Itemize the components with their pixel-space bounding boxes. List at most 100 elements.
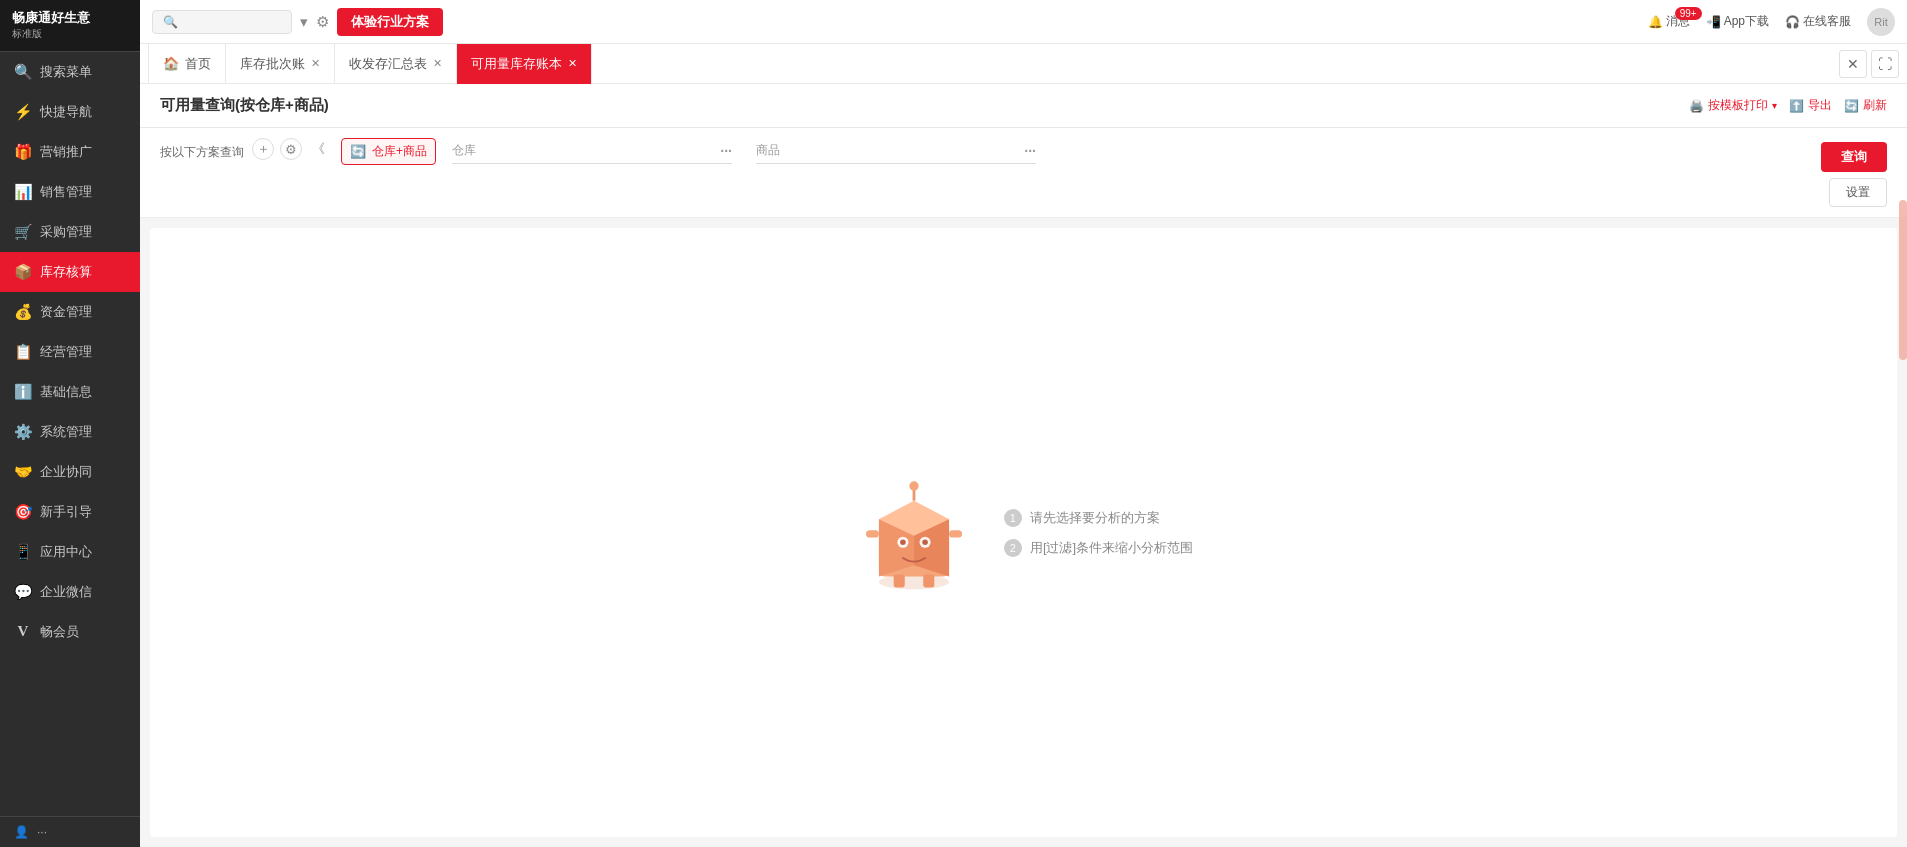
online-support-btn[interactable]: 🎧 在线客服	[1785, 13, 1851, 30]
tab-collection-summary[interactable]: 收发存汇总表 ✕	[335, 44, 457, 84]
add-scheme-btn[interactable]: ＋	[252, 138, 274, 160]
sidebar-item-sales[interactable]: 📊 销售管理	[0, 172, 140, 212]
settings-icon: 👤	[14, 825, 29, 839]
filter-inputs: 仓库 ··· 商品 ···	[452, 138, 1809, 164]
inventory-icon: 📦	[14, 263, 32, 281]
svg-point-0	[879, 574, 949, 589]
warehouse-input[interactable]	[486, 144, 716, 158]
tab-available-ledger-label: 可用量库存账本	[471, 55, 562, 73]
wechat-icon: 💬	[14, 583, 32, 601]
gear-icon[interactable]: ▾	[300, 13, 308, 31]
tab-collection-summary-label: 收发存汇总表	[349, 55, 427, 73]
page-title: 可用量查询(按仓库+商品)	[160, 96, 329, 115]
sidebar-item-cooperation[interactable]: 🤝 企业协同	[0, 452, 140, 492]
sidebar-item-basic-info[interactable]: ℹ️ 基础信息	[0, 372, 140, 412]
sidebar-item-search[interactable]: 🔍 搜索菜单	[0, 52, 140, 92]
sidebar-item-wechat[interactable]: 💬 企业微信	[0, 572, 140, 612]
bell-icon: 🔔	[1648, 15, 1663, 29]
sidebar-item-marketing[interactable]: 🎁 营销推广	[0, 132, 140, 172]
svg-rect-14	[923, 574, 934, 587]
tab-batch-account-label: 库存批次账	[240, 55, 305, 73]
empty-illustration	[854, 473, 974, 593]
svg-rect-13	[894, 574, 905, 587]
edit-scheme-btn[interactable]: ⚙	[280, 138, 302, 160]
empty-illustration-svg	[854, 473, 974, 593]
sidebar-item-label: 应用中心	[40, 543, 92, 561]
right-scrollbar[interactable]	[1899, 200, 1907, 360]
empty-tip-2: 2 用[过滤]条件来缩小分析范围	[1004, 539, 1193, 557]
empty-tips: 1 请先选择要分析的方案 2 用[过滤]条件来缩小分析范围	[1004, 509, 1193, 557]
sidebar-item-inventory[interactable]: 📦 库存核算	[0, 252, 140, 292]
main-area: 🔍 ▾ ⚙ 体验行业方案 🔔 消息 99+ 📲 App下载 🎧 在线客服 Ri	[140, 0, 1907, 847]
sidebar-item-label: 经营管理	[40, 343, 92, 361]
refresh-icon: 🔄	[1844, 99, 1859, 113]
expand-tab-btn[interactable]: ⛶	[1871, 50, 1899, 78]
sidebar: 畅康通好生意 标准版 🔍 搜索菜单 ⚡ 快捷导航 🎁 营销推广 📊 销售管理 🛒…	[0, 0, 140, 847]
home-icon: 🏠	[163, 56, 179, 71]
sidebar-item-operations[interactable]: 📋 经营管理	[0, 332, 140, 372]
sidebar-item-finance[interactable]: 💰 资金管理	[0, 292, 140, 332]
basic-info-icon: ℹ️	[14, 383, 32, 401]
user-avatar[interactable]: Rit	[1867, 8, 1895, 36]
tab-close-icon[interactable]: ✕	[568, 57, 577, 70]
warehouse-ellipsis-btn[interactable]: ···	[720, 143, 732, 159]
notification-badge: 99+	[1675, 7, 1702, 20]
sidebar-item-label: 企业微信	[40, 583, 92, 601]
refresh-label: 刷新	[1863, 97, 1887, 114]
tab-batch-account[interactable]: 库存批次账 ✕	[226, 44, 335, 84]
operations-icon: 📋	[14, 343, 32, 361]
tab-home-label: 首页	[185, 55, 211, 73]
filter-label: 按以下方案查询	[160, 138, 244, 161]
sidebar-item-label: 基础信息	[40, 383, 92, 401]
system-icon: ⚙️	[14, 423, 32, 441]
sidebar-item-app-center[interactable]: 📱 应用中心	[0, 532, 140, 572]
goods-input[interactable]	[790, 144, 1020, 158]
scheme-label: 仓库+商品	[372, 143, 427, 160]
tab-available-ledger[interactable]: 可用量库存账本 ✕	[457, 44, 592, 84]
close-tab-btn[interactable]: ✕	[1839, 50, 1867, 78]
sidebar-item-quick-nav[interactable]: ⚡ 快捷导航	[0, 92, 140, 132]
settings-btn[interactable]: 设置	[1829, 178, 1887, 207]
sidebar-item-member[interactable]: V 畅会员	[0, 612, 140, 652]
dropdown-icon: ▾	[1772, 100, 1777, 111]
empty-tip-1: 1 请先选择要分析的方案	[1004, 509, 1193, 527]
scheme-icon: 🔄	[350, 144, 366, 159]
svg-point-10	[909, 481, 918, 490]
tab-close-icon[interactable]: ✕	[433, 57, 442, 70]
sidebar-scroll: 🔍 搜索菜单 ⚡ 快捷导航 🎁 营销推广 📊 销售管理 🛒 采购管理 📦 库存核…	[0, 52, 140, 816]
settings-gear-icon[interactable]: ⚙	[316, 13, 329, 31]
goods-input-wrap: 商品 ···	[756, 138, 1036, 164]
tab-close-icon[interactable]: ✕	[311, 57, 320, 70]
sidebar-item-guide[interactable]: 🎯 新手引导	[0, 492, 140, 532]
refresh-action[interactable]: 🔄 刷新	[1844, 97, 1887, 114]
export-label: 导出	[1808, 97, 1832, 114]
topbar-search-box[interactable]: 🔍	[152, 10, 292, 34]
topbar-right: 🔔 消息 99+ 📲 App下载 🎧 在线客服 Rit	[1648, 8, 1895, 36]
sidebar-item-purchase[interactable]: 🛒 采购管理	[0, 212, 140, 252]
app-download-label: App下载	[1724, 13, 1769, 30]
tab-home[interactable]: 🏠 首页	[148, 44, 226, 84]
tip-number-2: 2	[1004, 539, 1022, 557]
trial-btn[interactable]: 体验行业方案	[337, 8, 443, 36]
query-btn[interactable]: 查询	[1821, 142, 1887, 172]
cooperation-icon: 🤝	[14, 463, 32, 481]
export-action[interactable]: ⬆️ 导出	[1789, 97, 1832, 114]
app-download-btn[interactable]: 📲 App下载	[1706, 13, 1769, 30]
sidebar-item-label: 系统管理	[40, 423, 92, 441]
notification-btn[interactable]: 🔔 消息 99+	[1648, 13, 1690, 30]
sidebar-bottom[interactable]: 👤 ···	[0, 816, 140, 847]
headset-icon: 🎧	[1785, 15, 1800, 29]
print-action[interactable]: 🖨️ 按模板打印 ▾	[1689, 97, 1777, 114]
scheme-item-warehouse-goods[interactable]: 🔄 仓库+商品	[341, 138, 436, 165]
warehouse-label: 仓库	[452, 142, 482, 159]
marketing-icon: 🎁	[14, 143, 32, 161]
sidebar-bottom-label: ···	[37, 825, 47, 839]
search-icon: 🔍	[14, 63, 32, 81]
goods-ellipsis-btn[interactable]: ···	[1024, 143, 1036, 159]
collapse-btn[interactable]: 《	[308, 138, 329, 160]
svg-rect-12	[949, 530, 962, 537]
topbar-left: 🔍 ▾ ⚙ 体验行业方案	[152, 8, 1640, 36]
sidebar-item-label: 资金管理	[40, 303, 92, 321]
online-support-label: 在线客服	[1803, 13, 1851, 30]
sidebar-item-system[interactable]: ⚙️ 系统管理	[0, 412, 140, 452]
